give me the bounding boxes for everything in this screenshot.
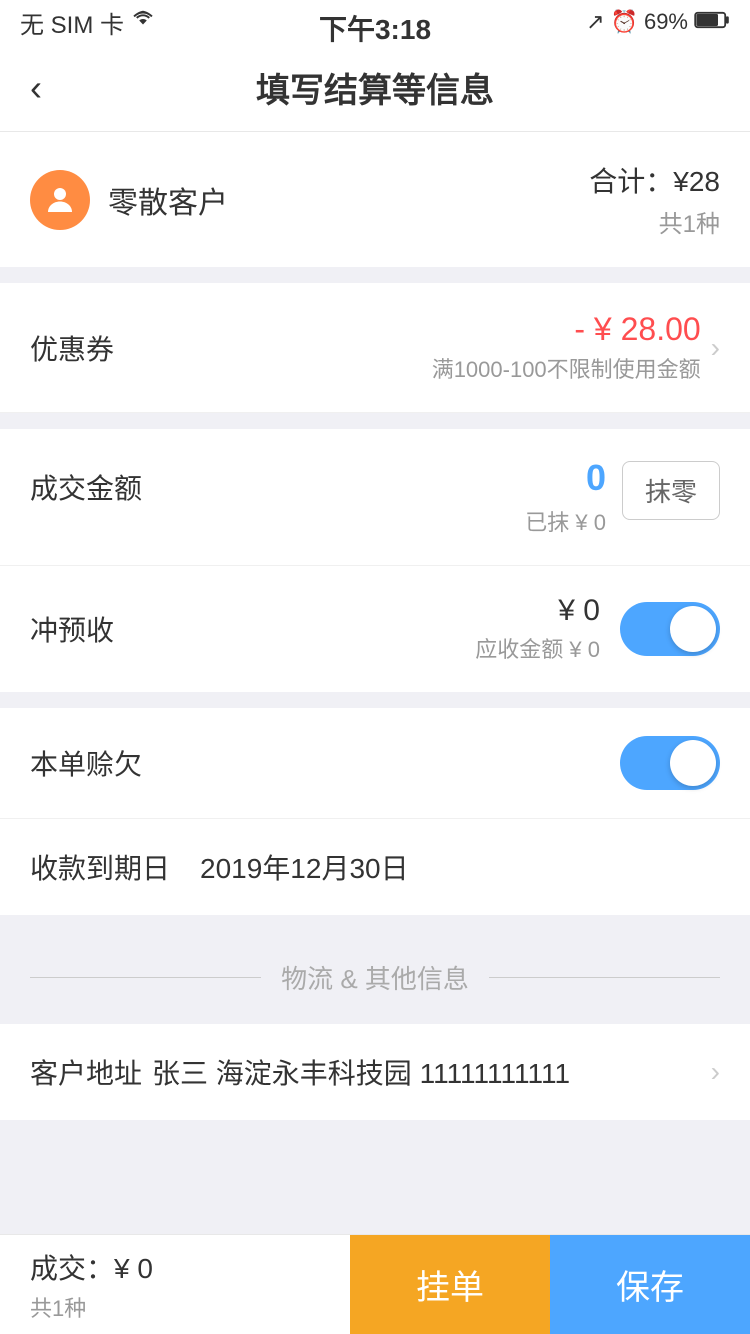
customer-row: 零散客户 合计：¥28 共1种 <box>0 132 750 267</box>
content: 零散客户 合计：¥28 共1种 优惠券 - ¥ 28.00 满1000-100不… <box>0 132 750 1256</box>
arrears-row: 本单赊欠 <box>0 708 750 818</box>
deal-amount[interactable]: 0 <box>525 457 606 499</box>
customer-name: 零散客户 <box>108 178 228 222</box>
status-bar: 无 SIM 卡 下午3:18 ↗ ⏰ 69% <box>0 0 750 44</box>
wifi-icon <box>132 8 154 37</box>
customer-right: 合计：¥28 共1种 <box>589 160 720 239</box>
deal-label: 成交金额 <box>30 457 142 507</box>
bottom-bar: 成交：¥ 0 共1种 挂单 保存 <box>0 1234 750 1334</box>
deal-row: 成交金额 0 已抹 ¥ 0 抹零 <box>0 429 750 565</box>
nav-bar: ‹ 填写结算等信息 <box>0 44 750 132</box>
coupon-desc: 满1000-100不限制使用金额 <box>432 352 701 384</box>
location-icon: ↗ <box>586 9 604 35</box>
customer-left: 零散客户 <box>30 170 228 230</box>
divider-5 <box>0 1120 750 1136</box>
bottom-deal: 成交：¥ 0 <box>30 1247 320 1287</box>
arrears-label: 本单赊欠 <box>30 743 142 783</box>
prepay-label: 冲预收 <box>30 609 114 649</box>
bottom-count: 共1种 <box>30 1291 320 1323</box>
avatar <box>30 170 90 230</box>
divider-4 <box>0 915 750 931</box>
deal-value-block: 0 已抹 ¥ 0 <box>525 457 606 537</box>
status-time: 下午3:18 <box>319 8 431 48</box>
save-button[interactable]: 保存 <box>550 1235 750 1334</box>
coupon-discount: - ¥ 28.00 <box>432 311 701 348</box>
address-row[interactable]: 客户地址 张三 海淀永丰科技园 11111111111 › <box>0 1024 750 1120</box>
divider-line-right <box>489 977 720 978</box>
bottom-summary: 成交：¥ 0 共1种 <box>0 1247 350 1323</box>
prepay-amount: ¥ 0 <box>475 594 600 628</box>
divider-2 <box>0 413 750 429</box>
prepay-receivable: 应收金额 ¥ 0 <box>475 632 600 664</box>
alarm-icon: ⏰ <box>611 9 638 35</box>
coupon-row[interactable]: 优惠券 - ¥ 28.00 满1000-100不限制使用金额 › <box>0 283 750 413</box>
divider-1 <box>0 267 750 283</box>
arrears-toggle[interactable] <box>620 736 720 790</box>
round-off-button[interactable]: 抹零 <box>622 461 720 520</box>
no-sim-text: 无 SIM 卡 <box>20 5 124 40</box>
prepay-value-block: ¥ 0 应收金额 ¥ 0 <box>475 594 600 664</box>
address-value: 张三 海淀永丰科技园 11111111111 <box>152 1052 701 1092</box>
hold-button[interactable]: 挂单 <box>350 1235 550 1334</box>
customer-count: 共1种 <box>589 204 720 239</box>
divider-line-left <box>30 977 261 978</box>
arrears-toggle-knob <box>670 740 716 786</box>
battery-icon <box>694 9 730 35</box>
deal-yi: 已抹 ¥ 0 <box>525 505 606 537</box>
coupon-right: - ¥ 28.00 满1000-100不限制使用金额 › <box>432 311 720 384</box>
address-label: 客户地址 <box>30 1052 142 1092</box>
prepay-toggle[interactable] <box>620 602 720 656</box>
logistics-label: 物流 & 其他信息 <box>281 959 469 996</box>
status-right: ↗ ⏰ 69% <box>586 9 730 35</box>
due-date-label: 收款到期日 <box>30 847 170 887</box>
logistics-divider: 物流 & 其他信息 <box>30 959 720 996</box>
logistics-section: 物流 & 其他信息 <box>0 931 750 1024</box>
deal-right: 0 已抹 ¥ 0 抹零 <box>525 457 720 537</box>
coupon-label: 优惠券 <box>30 328 114 368</box>
customer-total: 合计：¥28 <box>589 160 720 200</box>
battery-text: 69% <box>644 9 688 35</box>
due-date-value: 2019年12月30日 <box>200 847 409 887</box>
page-title: 填写结算等信息 <box>256 63 494 112</box>
divider-3 <box>0 692 750 708</box>
prepay-row: 冲预收 ¥ 0 应收金额 ¥ 0 <box>0 565 750 692</box>
coupon-value-block: - ¥ 28.00 满1000-100不限制使用金额 <box>432 311 701 384</box>
address-chevron-icon: › <box>711 1056 720 1088</box>
status-left: 无 SIM 卡 <box>20 5 154 40</box>
toggle-knob <box>670 606 716 652</box>
due-date-row: 收款到期日 2019年12月30日 <box>0 818 750 915</box>
back-button[interactable]: ‹ <box>30 67 42 109</box>
prepay-right: ¥ 0 应收金额 ¥ 0 <box>475 594 720 664</box>
chevron-right-icon: › <box>711 332 720 364</box>
